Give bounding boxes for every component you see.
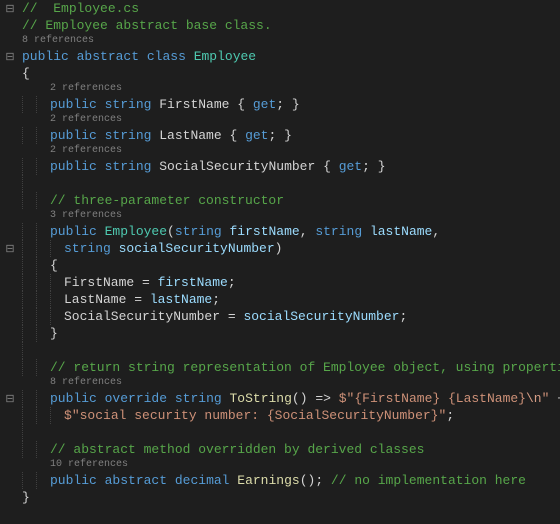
codelens-references[interactable]: 2 references <box>0 82 560 96</box>
code-content: // three-parameter constructor <box>20 192 560 209</box>
code-line[interactable]: ⊟ // Employee.cs <box>0 0 560 17</box>
code-line[interactable]: ⊟ public override string ToString() => $… <box>0 390 560 407</box>
code-line[interactable]: // abstract method overridden by derived… <box>0 441 560 458</box>
code-line[interactable]: { <box>0 65 560 82</box>
code-line[interactable]: $"social security number: {SocialSecurit… <box>0 407 560 424</box>
code-content: public string SocialSecurityNumber { get… <box>20 158 560 175</box>
code-content: FirstName = firstName; <box>20 274 560 291</box>
code-content: public override string ToString() => $"{… <box>20 390 560 407</box>
code-content: } <box>20 325 560 342</box>
code-content: public abstract class Employee <box>20 48 560 65</box>
fold-minus-icon[interactable]: ⊟ <box>4 242 16 259</box>
code-content: // Employee abstract base class. <box>20 17 560 34</box>
code-line[interactable]: SocialSecurityNumber = socialSecurityNum… <box>0 308 560 325</box>
code-content: public abstract decimal Earnings(); // n… <box>20 472 560 489</box>
fold-gutter[interactable]: ⊟ <box>0 390 20 409</box>
code-line[interactable]: FirstName = firstName; <box>0 274 560 291</box>
codelens-references[interactable]: 8 references <box>0 376 560 390</box>
code-line[interactable]: public string SocialSecurityNumber { get… <box>0 158 560 175</box>
code-line[interactable]: public string FirstName { get; } <box>0 96 560 113</box>
code-line[interactable] <box>0 424 560 441</box>
fold-minus-icon[interactable]: ⊟ <box>4 2 16 19</box>
code-content: LastName = lastName; <box>20 291 560 308</box>
code-content: } <box>20 489 560 506</box>
codelens-references[interactable]: 2 references <box>0 144 560 158</box>
code-editor[interactable]: ⊟ // Employee.cs // Employee abstract ba… <box>0 0 560 524</box>
code-content: // Employee.cs <box>20 0 560 17</box>
code-line[interactable] <box>0 342 560 359</box>
code-content: { <box>20 257 560 274</box>
code-line[interactable]: // return string representation of Emplo… <box>0 359 560 376</box>
codelens-references[interactable]: 8 references <box>0 34 560 48</box>
fold-minus-icon[interactable]: ⊟ <box>4 50 16 67</box>
code-content: SocialSecurityNumber = socialSecurityNum… <box>20 308 560 325</box>
code-line[interactable]: } <box>0 325 560 342</box>
code-line[interactable]: LastName = lastName; <box>0 291 560 308</box>
code-content: string socialSecurityNumber) <box>20 240 560 257</box>
code-line[interactable] <box>0 175 560 192</box>
code-content: // return string representation of Emplo… <box>20 359 560 376</box>
code-content: public Employee(string firstName, string… <box>20 223 560 240</box>
code-line[interactable]: } <box>0 489 560 506</box>
code-line[interactable]: public string LastName { get; } <box>0 127 560 144</box>
fold-minus-icon[interactable]: ⊟ <box>4 392 16 409</box>
code-content: // abstract method overridden by derived… <box>20 441 560 458</box>
fold-gutter[interactable]: ⊟ <box>0 0 20 19</box>
code-line-highlighted[interactable]: { <box>0 257 560 274</box>
code-content: public string LastName { get; } <box>20 127 560 144</box>
codelens-references[interactable]: 3 references <box>0 209 560 223</box>
code-content: $"social security number: {SocialSecurit… <box>20 407 560 424</box>
code-line[interactable]: ⊟ public abstract class Employee <box>0 48 560 65</box>
code-line[interactable]: // Employee abstract base class. <box>0 17 560 34</box>
code-content: public string FirstName { get; } <box>20 96 560 113</box>
code-content: { <box>20 65 560 82</box>
fold-gutter[interactable]: ⊟ <box>0 48 20 67</box>
code-line[interactable]: ⊟ string socialSecurityNumber) <box>0 240 560 257</box>
code-line[interactable]: // three-parameter constructor <box>0 192 560 209</box>
code-line[interactable]: public abstract decimal Earnings(); // n… <box>0 472 560 489</box>
codelens-references[interactable]: 10 references <box>0 458 560 472</box>
fold-gutter[interactable]: ⊟ <box>0 240 20 259</box>
codelens-references[interactable]: 2 references <box>0 113 560 127</box>
code-line[interactable]: public Employee(string firstName, string… <box>0 223 560 240</box>
